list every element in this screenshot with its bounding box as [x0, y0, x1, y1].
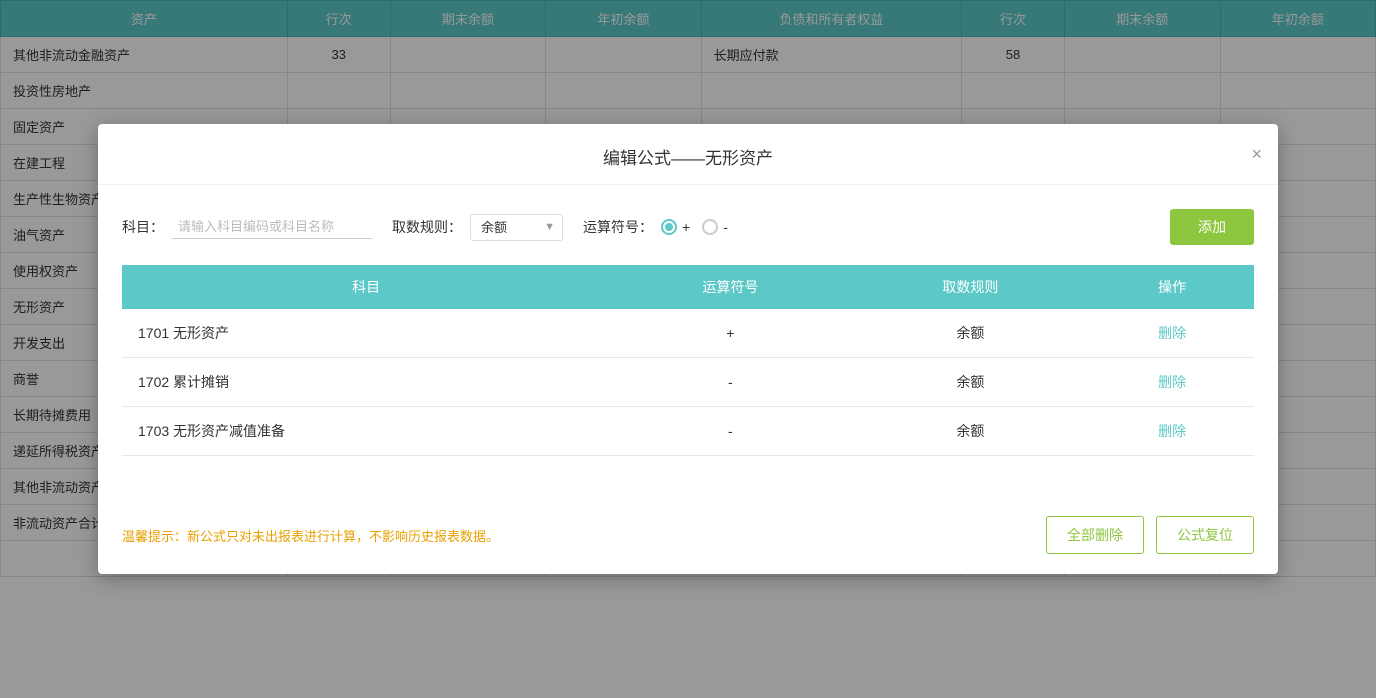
formula-rule-2: 余额 — [850, 407, 1090, 456]
subject-group: 科目： — [122, 215, 372, 239]
formula-operator-1: - — [610, 358, 850, 407]
col-header-operator: 运算符号 — [610, 265, 850, 309]
operator-label: 运算符号： — [583, 217, 653, 237]
operator-plus-label: + — [682, 219, 690, 235]
modal-dialog: 编辑公式——无形资产 × 科目： 取数规则： 余额 — [98, 124, 1278, 574]
operator-group: 运算符号： + - — [583, 217, 728, 237]
delete-button-1[interactable]: 删除 — [1158, 374, 1186, 390]
rule-select-wrapper[interactable]: 余额 借方 贷方 借方累计 贷方累计 ▼ — [470, 214, 563, 241]
modal-overlay: 编辑公式——无形资产 × 科目： 取数规则： 余额 — [0, 0, 1376, 698]
col-header-subject: 科目 — [122, 265, 610, 309]
rule-select[interactable]: 余额 借方 贷方 借方累计 贷方累计 — [470, 214, 563, 241]
formula-subject-1: 1702 累计摊销 — [122, 358, 610, 407]
delete-button-2[interactable]: 删除 — [1158, 423, 1186, 439]
subject-input[interactable] — [172, 215, 372, 239]
operator-plus-radio[interactable]: + — [661, 219, 690, 235]
formula-rule-1: 余额 — [850, 358, 1090, 407]
formula-operator-2: - — [610, 407, 850, 456]
formula-row-1: 1702 累计摊销 - 余额 删除 — [122, 358, 1254, 407]
operator-minus-radio-circle — [702, 219, 718, 235]
formula-subject-2: 1703 无形资产减值准备 — [122, 407, 610, 456]
col-header-rule: 取数规则 — [850, 265, 1090, 309]
modal-close-button[interactable]: × — [1251, 145, 1262, 163]
operator-plus-radio-circle — [661, 219, 677, 235]
subject-label: 科目： — [122, 217, 164, 237]
col-header-action: 操作 — [1090, 265, 1254, 309]
modal-title: 编辑公式——无形资产 — [603, 149, 773, 168]
form-row: 科目： 取数规则： 余额 借方 贷方 借方累计 贷方累计 ▼ — [122, 209, 1254, 245]
modal-header: 编辑公式——无形资产 × — [98, 124, 1278, 185]
operator-radio-group: + - — [661, 219, 728, 235]
reset-formula-button[interactable]: 公式复位 — [1156, 516, 1254, 554]
operator-minus-label: - — [723, 219, 728, 235]
warning-text: 温馨提示：新公式只对未出报表进行计算，不影响历史报表数据。 — [122, 526, 499, 545]
modal-footer: 温馨提示：新公式只对未出报表进行计算，不影响历史报表数据。 全部删除 公式复位 — [98, 500, 1278, 574]
rule-label: 取数规则： — [392, 217, 462, 237]
operator-minus-radio[interactable]: - — [702, 219, 728, 235]
formula-action-0: 删除 — [1090, 309, 1254, 358]
delete-button-0[interactable]: 删除 — [1158, 325, 1186, 341]
formula-action-1: 删除 — [1090, 358, 1254, 407]
formula-subject-0: 1701 无形资产 — [122, 309, 610, 358]
footer-buttons: 全部删除 公式复位 — [1046, 516, 1254, 554]
formula-table: 科目 运算符号 取数规则 操作 1701 无形资产 + 余额 删除 — [122, 265, 1254, 456]
delete-all-button[interactable]: 全部删除 — [1046, 516, 1144, 554]
rule-group: 取数规则： 余额 借方 贷方 借方累计 贷方累计 ▼ — [392, 214, 563, 241]
add-button[interactable]: 添加 — [1170, 209, 1254, 245]
formula-action-2: 删除 — [1090, 407, 1254, 456]
formula-rule-0: 余额 — [850, 309, 1090, 358]
formula-row-2: 1703 无形资产减值准备 - 余额 删除 — [122, 407, 1254, 456]
formula-operator-0: + — [610, 309, 850, 358]
modal-body: 科目： 取数规则： 余额 借方 贷方 借方累计 贷方累计 ▼ — [98, 185, 1278, 500]
formula-row-0: 1701 无形资产 + 余额 删除 — [122, 309, 1254, 358]
